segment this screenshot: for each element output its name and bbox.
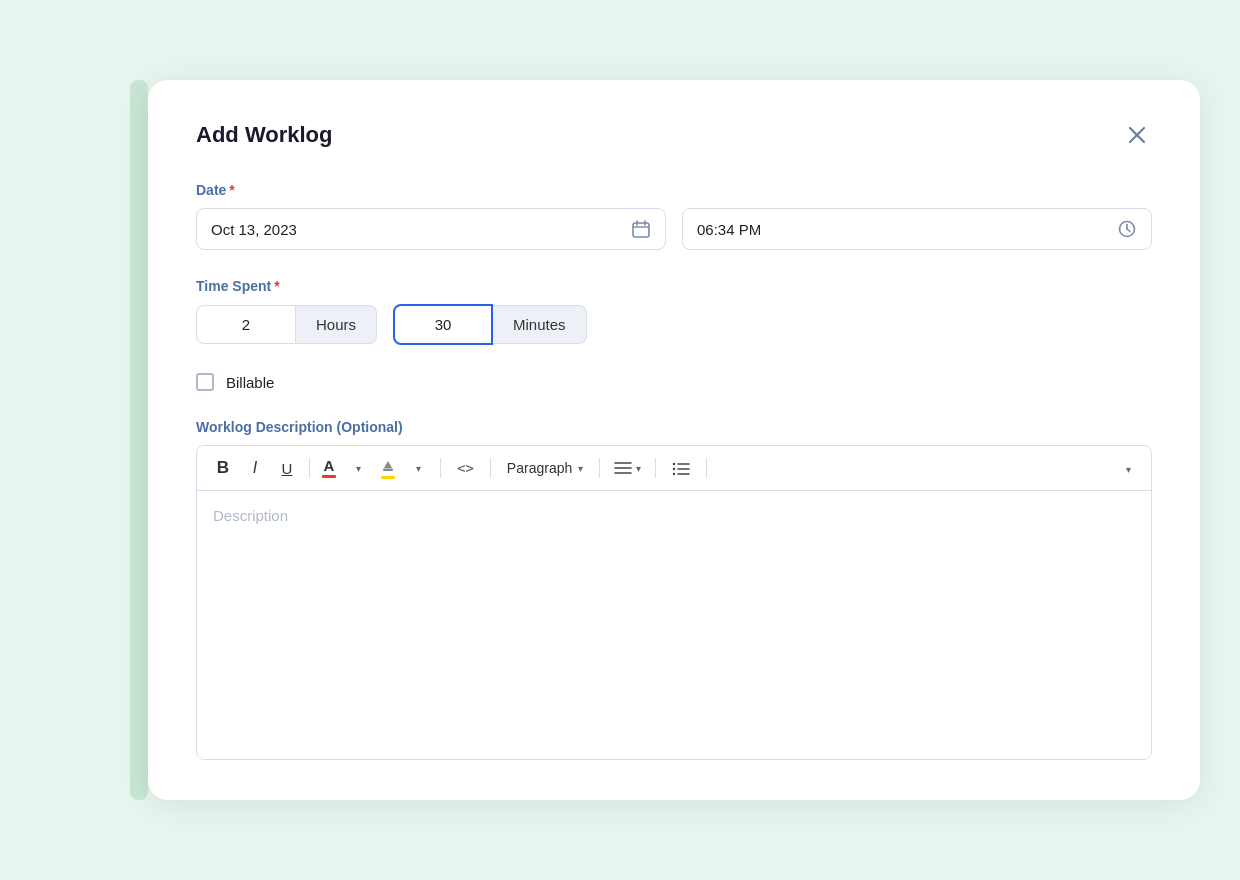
close-button[interactable]	[1122, 120, 1152, 150]
bold-button[interactable]: B	[209, 454, 237, 482]
font-color-red-bar	[322, 475, 336, 478]
list-button[interactable]	[664, 456, 698, 480]
more-chevron-icon: ▾	[1126, 464, 1131, 475]
svg-rect-9	[383, 468, 393, 471]
editor-placeholder: Description	[213, 507, 288, 524]
more-options-button[interactable]: ▾	[1118, 457, 1139, 480]
font-color-a-label: A	[324, 458, 335, 473]
align-chevron-icon: ▾	[636, 463, 641, 474]
time-spent-section: Time Spent * Hours Minutes	[196, 278, 1152, 345]
highlight-dropdown-button[interactable]: ▾	[404, 459, 432, 478]
highlight-chevron-icon: ▾	[416, 463, 421, 474]
toolbar-divider-1	[309, 458, 310, 478]
description-section: Worklog Description (Optional) B I U	[196, 419, 1152, 760]
toolbar-divider-2	[440, 458, 441, 478]
font-color-button[interactable]: A	[318, 456, 340, 480]
paragraph-chevron-icon: ▾	[578, 463, 583, 474]
highlight-button[interactable]	[376, 456, 400, 481]
dialog-header: Add Worklog	[196, 120, 1152, 150]
dialog-title: Add Worklog	[196, 122, 332, 148]
calendar-icon	[631, 219, 651, 239]
toolbar-divider-3	[490, 458, 491, 478]
toolbar-divider-4	[599, 458, 600, 478]
svg-point-18	[673, 473, 675, 475]
time-spent-label: Time Spent *	[196, 278, 1152, 294]
paragraph-select-button[interactable]: Paragraph ▾	[499, 456, 591, 480]
date-section: Date * Oct 13, 2023	[196, 182, 1152, 278]
underline-button[interactable]: U	[273, 456, 301, 481]
editor-body[interactable]: Description	[197, 491, 1151, 759]
time-spent-required-star: *	[274, 278, 279, 294]
svg-line-8	[1127, 229, 1130, 232]
time-picker-input[interactable]: 06:34 PM	[682, 208, 1152, 250]
billable-row: Billable	[196, 373, 1152, 391]
time-inputs-row: Hours Minutes	[196, 304, 1152, 345]
toolbar-divider-6	[706, 458, 707, 478]
editor-toolbar: B I U A	[197, 446, 1151, 491]
align-button[interactable]: ▾	[608, 457, 647, 479]
italic-button[interactable]: I	[241, 455, 269, 481]
hours-label: Hours	[296, 305, 377, 344]
font-color-dropdown-button[interactable]: ▾	[344, 459, 372, 478]
close-icon	[1126, 124, 1148, 146]
svg-point-17	[673, 468, 675, 470]
highlight-icon	[380, 458, 396, 474]
code-button[interactable]: <>	[449, 456, 482, 480]
time-value: 06:34 PM	[697, 221, 1107, 238]
align-icon	[614, 461, 632, 475]
editor-container: B I U A	[196, 445, 1152, 760]
list-icon	[672, 462, 690, 476]
date-picker-input[interactable]: Oct 13, 2023	[196, 208, 666, 250]
svg-rect-2	[633, 223, 649, 237]
left-accent-strip	[130, 80, 148, 800]
date-required-star: *	[229, 182, 234, 198]
clock-icon	[1117, 219, 1137, 239]
minutes-input[interactable]	[393, 304, 493, 345]
font-color-chevron-icon: ▾	[356, 463, 361, 474]
date-row: Oct 13, 2023 06:34 PM	[196, 208, 1152, 250]
add-worklog-dialog: Add Worklog Date * Oct 13, 2023	[148, 80, 1200, 800]
billable-label: Billable	[226, 374, 274, 391]
toolbar-divider-5	[655, 458, 656, 478]
hours-input[interactable]	[196, 305, 296, 344]
date-label: Date *	[196, 182, 1152, 198]
minutes-label: Minutes	[493, 305, 587, 344]
billable-checkbox[interactable]	[196, 373, 214, 391]
svg-point-16	[673, 463, 675, 465]
date-value: Oct 13, 2023	[211, 221, 621, 238]
description-label: Worklog Description (Optional)	[196, 419, 1152, 435]
highlight-yellow-bar	[381, 476, 395, 479]
page-background: Add Worklog Date * Oct 13, 2023	[0, 0, 1240, 880]
